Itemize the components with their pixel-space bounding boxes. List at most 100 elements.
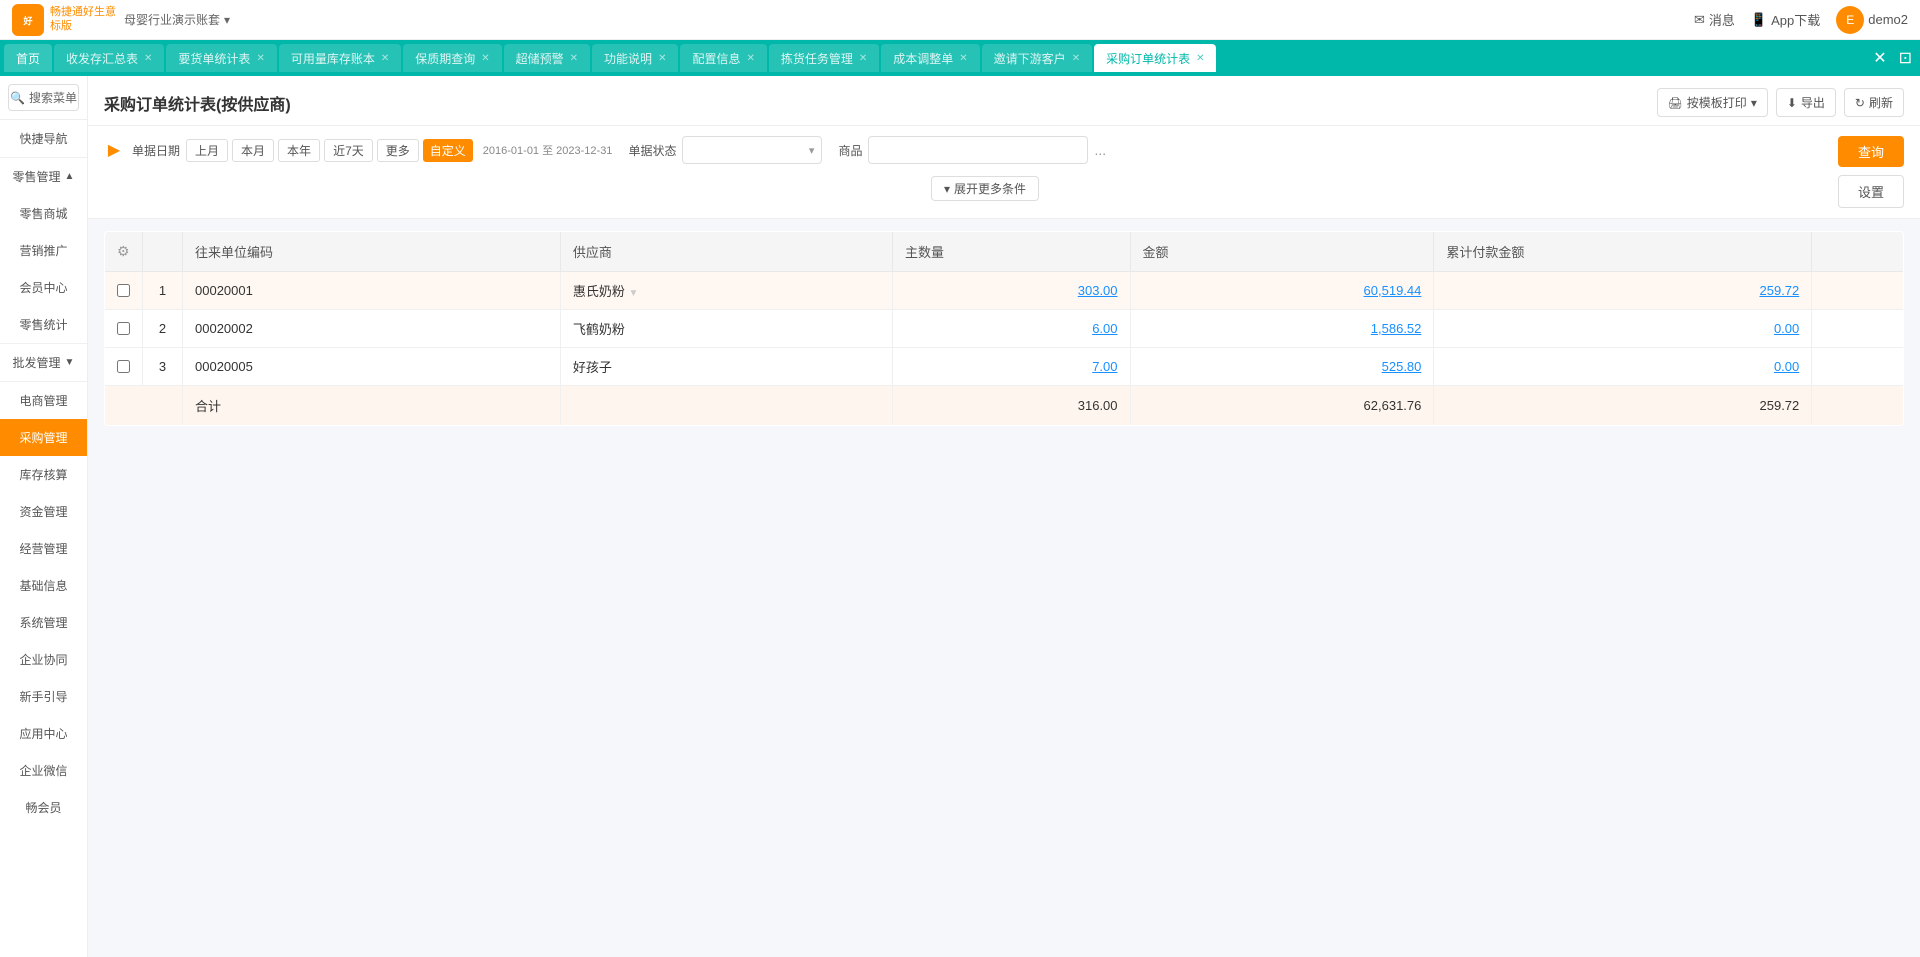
tab-6[interactable]: 功能说明 ✕ xyxy=(592,44,678,72)
sidebar-item-vip[interactable]: 畅会员 xyxy=(0,789,87,826)
sidebar-item-retail-shop[interactable]: 零售商城 xyxy=(0,195,87,232)
refresh-button[interactable]: ↻ 刷新 xyxy=(1844,88,1904,117)
date-range-text: 2016-01-01 至 2023-12-31 xyxy=(483,142,613,158)
row-checkbox[interactable] xyxy=(117,322,130,335)
sidebar-item-enterprise-wechat[interactable]: 企业微信 xyxy=(0,752,87,789)
checkbox-wrapper xyxy=(117,284,130,297)
last-7-days-btn[interactable]: 近7天 xyxy=(324,139,373,162)
paid-link[interactable]: 0.00 xyxy=(1774,321,1799,336)
qty-link[interactable]: 6.00 xyxy=(1092,321,1117,336)
tab-9[interactable]: 成本调整单 ✕ xyxy=(881,44,979,72)
expand-filter-button[interactable]: ▾ 展开更多条件 xyxy=(931,176,1039,201)
user-menu[interactable]: E demo2 xyxy=(1836,6,1908,34)
tab-1[interactable]: 收发存汇总表 ✕ xyxy=(54,44,164,72)
sidebar-item-inventory[interactable]: 库存核算 xyxy=(0,456,87,493)
tab-4[interactable]: 保质期查询 ✕ xyxy=(403,44,501,72)
sidebar-item-marketing[interactable]: 营销推广 xyxy=(0,232,87,269)
filter-toggle-arrow[interactable]: ▶ xyxy=(104,140,124,160)
date-filter-label: 单据日期 xyxy=(132,142,180,159)
tab-close-icon[interactable]: ✕ xyxy=(256,53,264,64)
tab-close-icon[interactable]: ✕ xyxy=(481,53,489,64)
this-month-btn[interactable]: 本月 xyxy=(232,139,274,162)
qty-link[interactable]: 7.00 xyxy=(1092,359,1117,374)
custom-date-tag[interactable]: 自定义 xyxy=(423,139,473,162)
sidebar-item-retail-stats[interactable]: 零售统计 xyxy=(0,306,87,343)
tab-11[interactable]: 采购订单统计表 ✕ xyxy=(1094,44,1216,72)
sidebar-item-operations[interactable]: 经营管理 xyxy=(0,530,87,567)
tab-close-icon[interactable]: ✕ xyxy=(144,53,152,64)
status-select[interactable] xyxy=(682,136,822,164)
date-filter-buttons: 上月 本月 本年 近7天 更多 自定义 xyxy=(186,139,473,162)
tab-close-icon[interactable]: ✕ xyxy=(746,53,754,64)
tab-5[interactable]: 超储预警 ✕ xyxy=(504,44,590,72)
tab-close-icon[interactable]: ✕ xyxy=(1072,53,1080,64)
row-extra xyxy=(1812,272,1904,310)
amount-link[interactable]: 60,519.44 xyxy=(1364,283,1422,298)
th-unit-code: 往来单位编码 xyxy=(183,232,561,272)
sidebar: 🔍 搜索菜单 快捷导航 零售管理 ▲ 零售商城 营销推广 会员中心 xyxy=(0,76,88,957)
tab-close-icon[interactable]: ✕ xyxy=(570,53,578,64)
this-year-btn[interactable]: 本年 xyxy=(278,139,320,162)
data-table: ⚙ 往来单位编码 供应商 主数量 金额 累计付款金额 xyxy=(104,231,1904,426)
goods-search-input[interactable] xyxy=(868,136,1088,164)
expand-icon: ▾ xyxy=(944,182,950,196)
maximize-window-icon[interactable]: ⊡ xyxy=(1895,46,1916,70)
expand-row-icon[interactable]: ▼ xyxy=(629,288,639,299)
sidebar-item-quick-nav[interactable]: 快捷导航 xyxy=(0,120,87,157)
sidebar-item-guide[interactable]: 新手引导 xyxy=(0,678,87,715)
row-checkbox[interactable] xyxy=(117,284,130,297)
sidebar-item-app-center[interactable]: 应用中心 xyxy=(0,715,87,752)
tab-7[interactable]: 配置信息 ✕ xyxy=(680,44,766,72)
top-bar: 好 畅捷通好生意 标版 母婴行业演示账套 ▾ ✉ 消息 📱 App下载 E de… xyxy=(0,0,1920,40)
paid-link[interactable]: 259.72 xyxy=(1760,283,1800,298)
goods-more-icon[interactable]: ... xyxy=(1094,142,1106,158)
row-amount: 525.80 xyxy=(1130,348,1434,386)
tab-home[interactable]: 首页 xyxy=(4,44,52,72)
tab-close-icon[interactable]: ✕ xyxy=(959,53,967,64)
amount-link[interactable]: 525.80 xyxy=(1382,359,1422,374)
status-filter-item: 单据状态 xyxy=(628,136,822,164)
date-filter-item: 单据日期 上月 本月 本年 近7天 更多 自定义 2016-01-01 至 20… xyxy=(132,139,612,162)
top-bar-left: 好 畅捷通好生意 标版 母婴行业演示账套 ▾ xyxy=(12,4,230,36)
page-actions: 🖨 按模板打印 ▾ ⬇ 导出 ↻ 刷新 xyxy=(1657,88,1904,117)
message-btn[interactable]: ✉ 消息 xyxy=(1694,10,1735,29)
tab-close-icon[interactable]: ✕ xyxy=(381,53,389,64)
qty-link[interactable]: 303.00 xyxy=(1078,283,1118,298)
page-title: 采购订单统计表(按供应商) xyxy=(104,91,291,115)
breadcrumb[interactable]: 母婴行业演示账套 ▾ xyxy=(124,11,230,28)
chevron-up-icon: ▲ xyxy=(65,171,75,182)
amount-link[interactable]: 1,586.52 xyxy=(1371,321,1422,336)
sidebar-item-finance[interactable]: 资金管理 xyxy=(0,493,87,530)
top-bar-right: ✉ 消息 📱 App下载 E demo2 xyxy=(1694,6,1908,34)
sidebar-item-wholesale[interactable]: 批发管理 ▼ xyxy=(0,344,87,381)
sidebar-item-ecommerce[interactable]: 电商管理 xyxy=(0,382,87,419)
tab-2[interactable]: 要货单统计表 ✕ xyxy=(166,44,276,72)
tab-10[interactable]: 邀请下游客户 ✕ xyxy=(982,44,1092,72)
more-dates-btn[interactable]: 更多 xyxy=(377,139,419,162)
sidebar-item-member[interactable]: 会员中心 xyxy=(0,269,87,306)
tab-3[interactable]: 可用量库存账本 ✕ xyxy=(279,44,401,72)
tab-close-icon[interactable]: ✕ xyxy=(859,53,867,64)
sidebar-item-retail[interactable]: 零售管理 ▲ xyxy=(0,158,87,195)
tab-8[interactable]: 拣货任务管理 ✕ xyxy=(769,44,879,72)
export-button[interactable]: ⬇ 导出 xyxy=(1776,88,1836,117)
sidebar-item-basic-info[interactable]: 基础信息 xyxy=(0,567,87,604)
gear-settings-icon[interactable]: ⚙ xyxy=(117,243,130,259)
filter-expand-row: ▾ 展开更多条件 xyxy=(132,176,1838,201)
settings-button[interactable]: 设置 xyxy=(1838,175,1904,208)
row-checkbox[interactable] xyxy=(117,360,130,373)
app-download-btn[interactable]: 📱 App下载 xyxy=(1751,10,1820,29)
tab-close-icon[interactable]: ✕ xyxy=(658,53,666,64)
row-checkbox-cell xyxy=(105,348,143,386)
print-button[interactable]: 🖨 按模板打印 ▾ xyxy=(1657,88,1768,117)
sidebar-item-purchase[interactable]: 采购管理 xyxy=(0,419,87,456)
sidebar-item-enterprise[interactable]: 企业协同 xyxy=(0,641,87,678)
last-month-btn[interactable]: 上月 xyxy=(186,139,228,162)
query-button[interactable]: 查询 xyxy=(1838,136,1904,167)
sidebar-search-area: 🔍 搜索菜单 xyxy=(0,76,87,120)
search-menu-button[interactable]: 🔍 搜索菜单 xyxy=(8,84,79,111)
paid-link[interactable]: 0.00 xyxy=(1774,359,1799,374)
close-window-icon[interactable]: ✕ xyxy=(1869,46,1890,70)
tab-close-icon[interactable]: ✕ xyxy=(1196,53,1204,64)
sidebar-item-system[interactable]: 系统管理 xyxy=(0,604,87,641)
